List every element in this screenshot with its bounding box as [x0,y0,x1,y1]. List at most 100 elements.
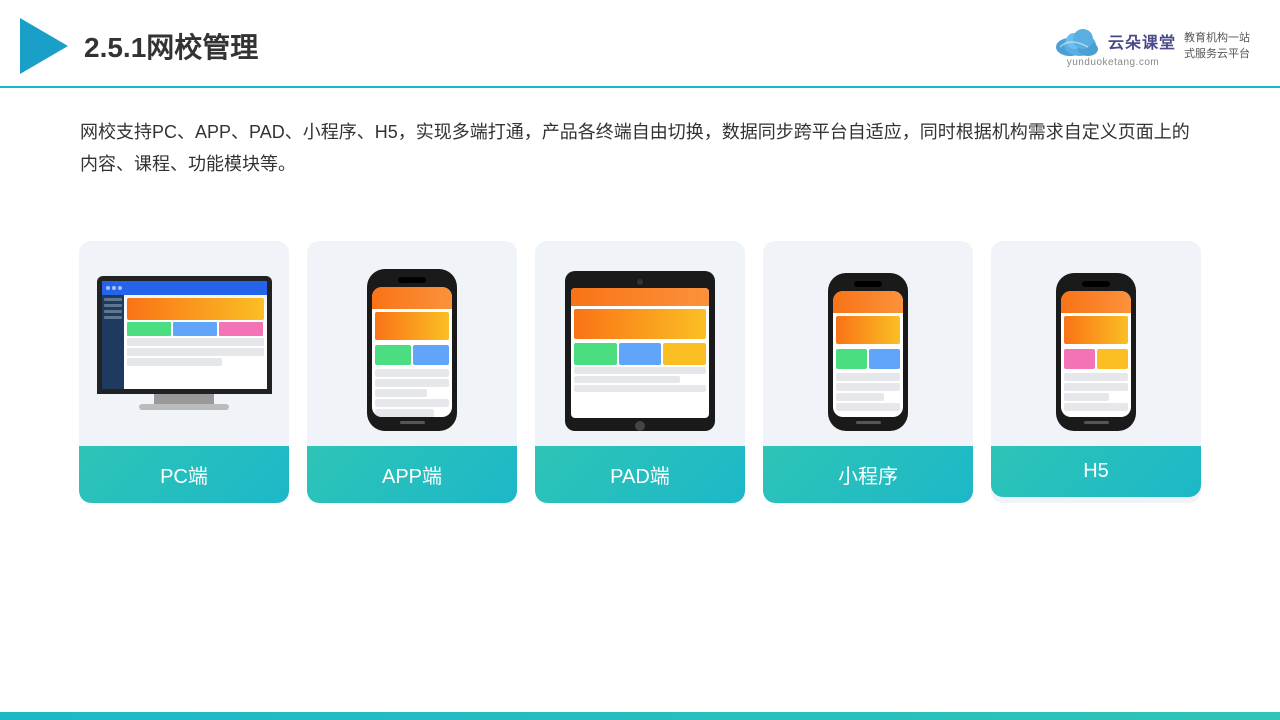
header: 2.5.1网校管理 云朵课堂 yunduoketang.com 教育机构一站 式… [0,0,1280,88]
header-left: 2.5.1网校管理 [20,18,258,74]
phone-device-h5 [1056,273,1136,431]
cards-section: PC端 [0,211,1280,533]
phone-row [375,379,449,387]
tablet-device [565,271,715,431]
screen-top-bar [102,281,267,295]
phone-screen-top-mini [833,291,903,313]
phone-screen-content [372,309,452,417]
bottom-bar [0,712,1280,720]
pad-device-container [545,261,735,431]
card-label-pc: PC端 [79,446,289,503]
phone-card-h5-2 [1097,349,1128,369]
sidebar-line [104,316,122,319]
sidebar-line [104,298,122,301]
phone-card-h5-1 [1064,349,1095,369]
phone-screen-top [372,287,452,309]
header-right: 云朵课堂 yunduoketang.com 教育机构一站 式服务云平台 [1050,25,1250,68]
page-title: 2.5.1网校管理 [84,26,258,66]
card-label-pad: PAD端 [535,446,745,503]
phone-home-indicator-mini [856,421,881,424]
screen-banner [127,298,264,320]
cloud-icon [1050,25,1102,57]
screen-cards [127,322,264,336]
phone-screen-app [372,287,452,417]
tablet-row [574,385,706,392]
brand-logo: 云朵课堂 yunduoketang.com [1050,25,1176,68]
phone-row [375,389,427,397]
screen-body [102,295,267,389]
tablet-card-2 [619,343,662,365]
phone-cards-row [375,345,449,365]
phone-banner [375,312,449,340]
phone-screen-content-mini [833,313,903,414]
phone-row-h5 [1064,393,1109,401]
monitor-base [139,404,229,410]
phone-row-mini [836,393,884,401]
card-label-h5: H5 [991,446,1201,497]
card-pad: PAD端 [535,241,745,503]
tablet-cards [574,343,706,365]
phone-screen-top-h5 [1061,291,1131,313]
phone-row-mini [836,373,900,381]
tablet-screen-body [571,306,709,395]
monitor-screen-outer [97,276,272,394]
card-label-app: APP端 [307,446,517,503]
phone-screen-mini [833,291,903,417]
h5-device-container [1001,261,1191,431]
phone-row [375,369,449,377]
phone-device-app [367,269,457,431]
phone-home-indicator-h5 [1084,421,1109,424]
phone-card-1 [375,345,411,365]
tablet-home-btn [635,421,645,431]
sidebar-line [104,310,122,313]
tablet-screen [571,288,709,418]
mini-device-container [773,261,963,431]
screen-main [124,295,267,389]
screen-sidebar [102,295,124,389]
screen-dot [118,286,122,290]
screen-row [127,358,223,366]
brand-icon: 云朵课堂 [1050,25,1176,57]
brand-name: 云朵课堂 [1108,29,1176,53]
tablet-row [574,367,706,374]
brand-tagline: 教育机构一站 式服务云平台 [1184,30,1250,63]
screen-row [127,348,264,356]
card-h5: H5 [991,241,1201,503]
description-text: 网校支持PC、APP、PAD、小程序、H5，实现多端打通，产品各终端自由切换，数… [0,88,1280,201]
monitor-stand [154,394,214,404]
screen-card-1 [127,322,171,336]
card-miniprogram: 小程序 [763,241,973,503]
logo-triangle-icon [20,18,68,74]
phone-row-h5 [1064,383,1128,391]
card-app: APP端 [307,241,517,503]
pc-device-container [89,261,279,431]
brand-domain: yunduoketang.com [1067,57,1160,68]
phone-row-h5 [1064,373,1128,381]
phone-notch-h5 [1082,281,1110,287]
tablet-camera [637,279,643,285]
phone-device-mini [828,273,908,431]
screen-dot [106,286,110,290]
phone-row [375,399,449,407]
phone-card-2 [413,345,449,365]
phone-notch-mini [854,281,882,287]
phone-card-mini-1 [836,349,867,369]
phone-cards-row-h5 [1064,349,1128,369]
screen-row [127,338,264,346]
phone-row [375,409,434,417]
sidebar-line [104,304,122,307]
phone-notch [398,277,426,283]
app-device-container [317,261,507,431]
phone-home-indicator [400,421,425,424]
phone-row-h5 [1064,403,1128,411]
card-label-mini: 小程序 [763,446,973,503]
screen-card-3 [219,322,263,336]
tablet-screen-top [571,288,709,306]
screen-dot [112,286,116,290]
description-paragraph: 网校支持PC、APP、PAD、小程序、H5，实现多端打通，产品各终端自由切换，数… [80,116,1200,181]
phone-card-mini-2 [869,349,900,369]
phone-screen-h5 [1061,291,1131,417]
phone-banner-mini [836,316,900,344]
tablet-card-1 [574,343,617,365]
tablet-row [574,376,680,383]
